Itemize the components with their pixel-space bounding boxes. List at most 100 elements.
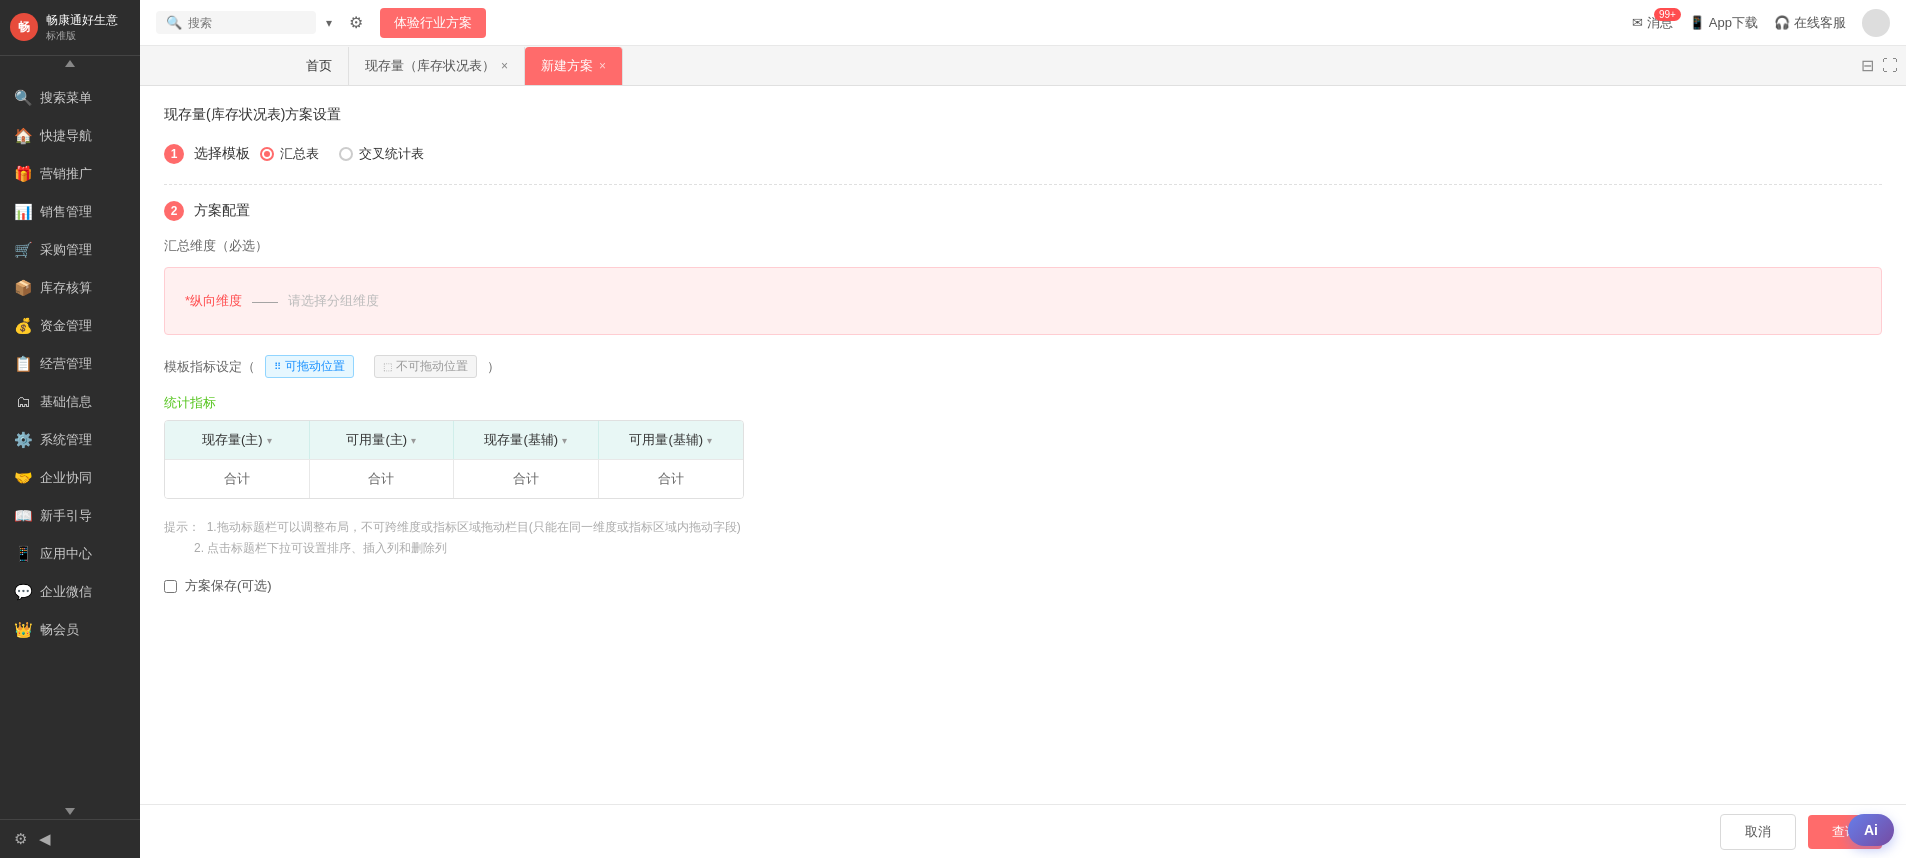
sidebar-item-operations[interactable]: 📋 经营管理: [0, 345, 140, 383]
save-row: 方案保存(可选): [164, 577, 1882, 655]
cart-icon: 🛒: [14, 241, 32, 259]
stats-title: 统计指标: [164, 394, 1882, 412]
stats-col-3-label: 可用量(基辅): [629, 431, 703, 449]
sidebar-item-marketing[interactable]: 🎁 营销推广: [0, 155, 140, 193]
fixed-indicator-tag: ⬚ 不可拖动位置: [374, 355, 477, 378]
chevron-down-icon: ▾: [326, 16, 332, 30]
stats-col-1[interactable]: 可用量(主) ▾: [310, 421, 455, 459]
tab-inventory-status[interactable]: 现存量（库存状况表） ×: [349, 47, 525, 85]
stats-body-1: 合计: [310, 459, 455, 498]
sidebar-item-inventory[interactable]: 📦 库存核算: [0, 269, 140, 307]
save-checkbox[interactable]: [164, 580, 177, 593]
app-download-button[interactable]: 📱 App下载: [1689, 14, 1758, 32]
topbar-gear-button[interactable]: ⚙: [342, 9, 370, 37]
topbar-dropdown[interactable]: ▾: [326, 16, 332, 30]
sidebar-item-label: 经营管理: [40, 355, 92, 373]
ai-button[interactable]: Ai: [1848, 814, 1894, 846]
crown-icon: 👑: [14, 621, 32, 639]
brand-name: 畅康通好生意: [46, 12, 118, 29]
stats-col-0[interactable]: 现存量(主) ▾: [165, 421, 310, 459]
sidebar-item-basics[interactable]: 🗂 基础信息: [0, 383, 140, 421]
tip-0: 提示： 1.拖动标题栏可以调整布局，不可跨维度或指标区域拖动栏目(只能在同一维度…: [164, 519, 1882, 536]
stats-table: 现存量(主) ▾ 可用量(主) ▾ 现存量(基辅) ▾: [164, 420, 744, 499]
sidebar-item-purchase[interactable]: 🛒 采购管理: [0, 231, 140, 269]
box-icon: 📦: [14, 279, 32, 297]
headset-icon: 🎧: [1774, 15, 1790, 30]
tab-new-scheme[interactable]: 新建方案 ×: [525, 47, 623, 85]
page-content: 现存量(库存状况表)方案设置 1 选择模板 汇总表 交叉统计表: [140, 86, 1906, 858]
handshake-icon: 🤝: [14, 469, 32, 487]
sidebar-item-label: 采购管理: [40, 241, 92, 259]
dimension-placeholder: 请选择分组维度: [288, 292, 379, 310]
tab-inventory-label: 现存量（库存状况表）: [365, 57, 495, 75]
message-button[interactable]: ✉ 消息 99+: [1632, 14, 1673, 32]
mobile-icon: 📱: [14, 545, 32, 563]
tab-inventory-close-icon[interactable]: ×: [501, 59, 508, 73]
sidebar-item-label: 搜索菜单: [40, 89, 92, 107]
sidebar-item-label: 营销推广: [40, 165, 92, 183]
stats-body-2: 合计: [454, 459, 599, 498]
home-icon: 🏠: [14, 127, 32, 145]
radio-cross[interactable]: 交叉统计表: [339, 145, 424, 163]
user-avatar[interactable]: [1862, 9, 1890, 37]
sidebar-item-wechat[interactable]: 💬 企业微信: [0, 573, 140, 611]
radio-summary-dot: [260, 147, 274, 161]
tab-home[interactable]: 首页: [290, 47, 349, 85]
tab-new-scheme-close-icon[interactable]: ×: [599, 59, 606, 73]
save-label: 方案保存(可选): [185, 577, 272, 595]
tab-minimize-icon[interactable]: ⊟: [1861, 56, 1874, 75]
search-icon: 🔍: [166, 15, 182, 30]
database-icon: 🗂: [14, 393, 32, 411]
settings-footer-icon[interactable]: ⚙: [14, 830, 27, 848]
tip-1: 2. 点击标题栏下拉可设置排序、插入列和删除列: [164, 540, 1882, 557]
sidebar-item-cooperation[interactable]: 🤝 企业协同: [0, 459, 140, 497]
trial-button[interactable]: 体验行业方案: [380, 8, 486, 38]
template-options: 汇总表 交叉统计表: [260, 145, 424, 163]
stats-col-2[interactable]: 现存量(基辅) ▾: [454, 421, 599, 459]
message-badge: 99+: [1654, 8, 1681, 21]
stats-header-row: 现存量(主) ▾ 可用量(主) ▾ 现存量(基辅) ▾: [165, 421, 743, 459]
stats-area: 统计指标 现存量(主) ▾ 可用量(主) ▾: [164, 394, 1882, 499]
stats-col-0-label: 现存量(主): [202, 431, 263, 449]
stats-col-3[interactable]: 可用量(基辅) ▾: [599, 421, 744, 459]
sidebar-item-system[interactable]: ⚙️ 系统管理: [0, 421, 140, 459]
sidebar-item-member[interactable]: 👑 畅会员: [0, 611, 140, 649]
online-service-button[interactable]: 🎧 在线客服: [1774, 14, 1846, 32]
clipboard-icon: 📋: [14, 355, 32, 373]
tab-home-label: 首页: [306, 57, 332, 75]
radio-cross-label: 交叉统计表: [359, 145, 424, 163]
radio-cross-dot: [339, 147, 353, 161]
tab-new-scheme-label: 新建方案: [541, 57, 593, 75]
wechat-icon: 💬: [14, 583, 32, 601]
sidebar-item-finance[interactable]: 💰 资金管理: [0, 307, 140, 345]
sidebar-item-search[interactable]: 🔍 搜索菜单: [0, 79, 140, 117]
message-icon: ✉: [1632, 15, 1643, 30]
collapse-footer-icon[interactable]: ◀: [39, 830, 51, 848]
sidebar-item-label: 系统管理: [40, 431, 92, 449]
sidebar-item-quick-nav[interactable]: 🏠 快捷导航: [0, 117, 140, 155]
page-title: 现存量(库存状况表)方案设置: [164, 106, 1882, 124]
sidebar-scroll-up[interactable]: [0, 56, 140, 71]
sidebar-item-sales[interactable]: 📊 销售管理: [0, 193, 140, 231]
fixed-icon: ⬚: [383, 361, 392, 372]
app-download-label: App下载: [1709, 14, 1758, 32]
sidebar-item-appstore[interactable]: 📱 应用中心: [0, 535, 140, 573]
phone-icon: 📱: [1689, 15, 1705, 30]
tab-bar: 首页 现存量（库存状况表） × 新建方案 × ⊟ ⛶: [140, 46, 1906, 86]
section-config: 2 方案配置 汇总维度（必选） *纵向维度 —— 请选择分组维度 模板指标设定（: [164, 184, 1882, 557]
cancel-button[interactable]: 取消: [1720, 814, 1796, 850]
sidebar-item-label: 销售管理: [40, 203, 92, 221]
radio-summary[interactable]: 汇总表: [260, 145, 319, 163]
sidebar-scroll-down[interactable]: [0, 804, 140, 819]
tab-expand-icon[interactable]: ⛶: [1882, 57, 1898, 75]
sidebar-item-newbie[interactable]: 📖 新手引导: [0, 497, 140, 535]
col-1-chevron-icon: ▾: [411, 435, 416, 446]
section1-title: 选择模板: [194, 145, 250, 163]
scroll-down-icon: [65, 808, 75, 815]
section1-header: 1 选择模板 汇总表 交叉统计表: [164, 144, 1882, 164]
stats-col-1-label: 可用量(主): [346, 431, 407, 449]
draggable-icon: ⠿: [274, 361, 281, 372]
search-input[interactable]: [188, 16, 268, 30]
main-area: 🔍 ▾ ⚙ 体验行业方案 ✉ 消息 99+ 📱 App下载 🎧 在线客服: [140, 0, 1906, 858]
search-icon: 🔍: [14, 89, 32, 107]
